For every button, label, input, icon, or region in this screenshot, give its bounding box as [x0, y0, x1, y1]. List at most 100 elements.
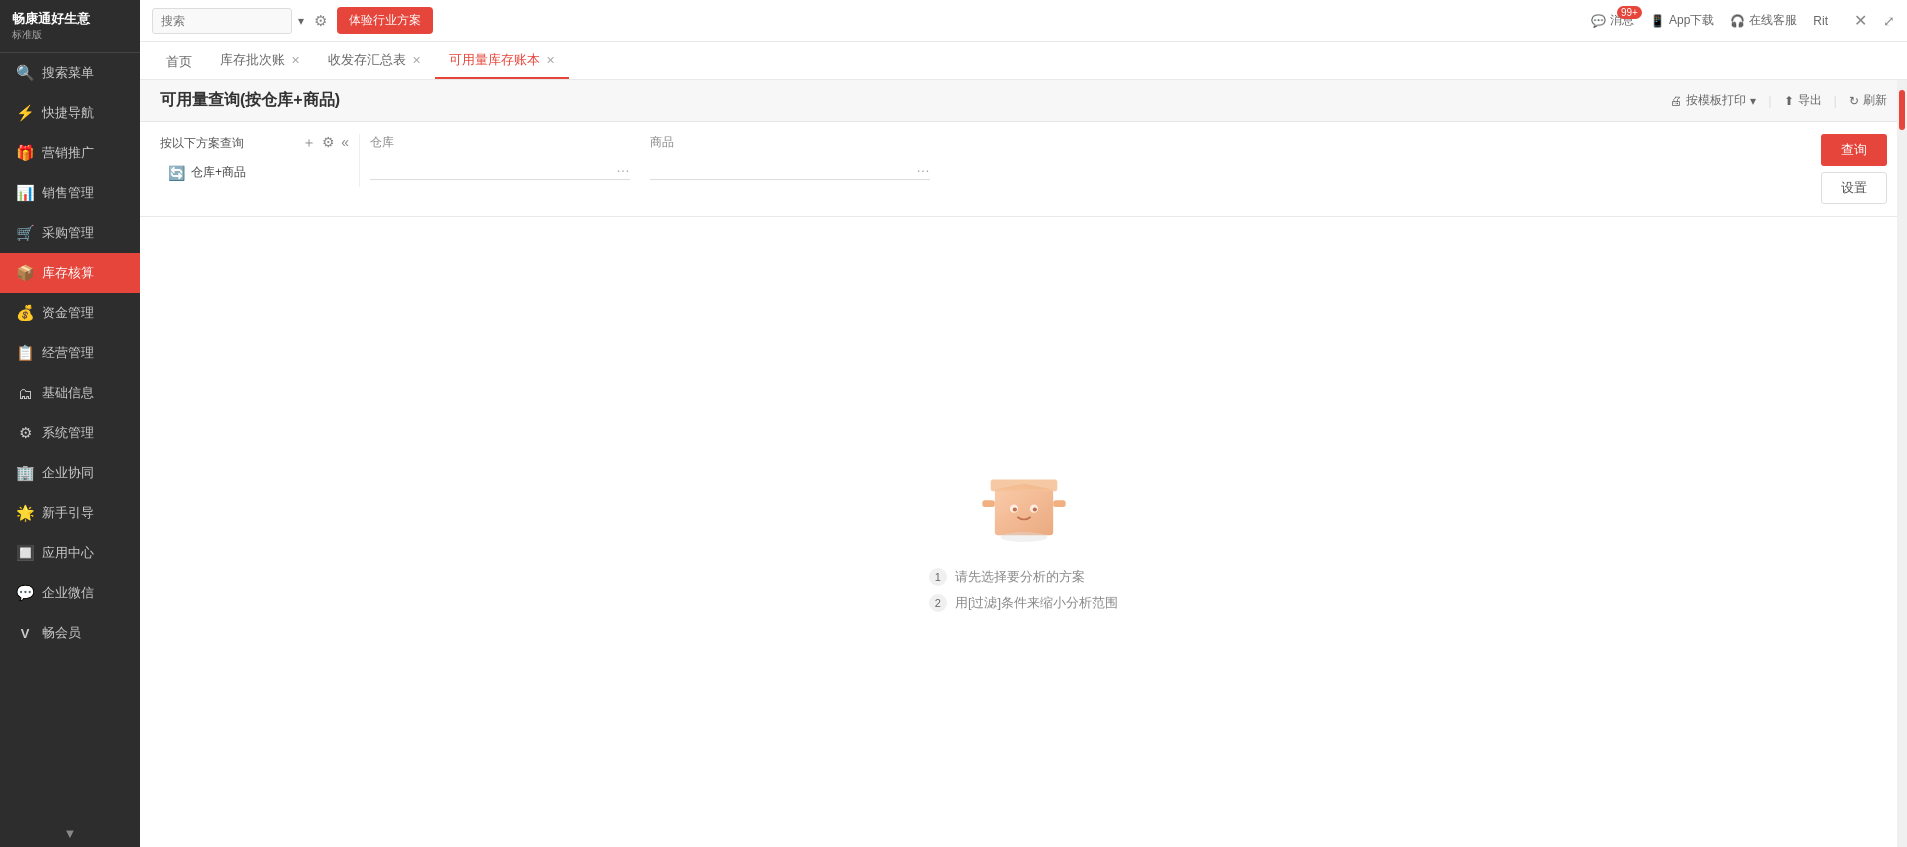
warehouse-dots-btn[interactable]: … — [616, 159, 630, 175]
expand-window-btn[interactable]: ⤢ — [1883, 13, 1895, 29]
purchase-icon: 🛒 — [16, 224, 34, 242]
username: Rit — [1813, 14, 1828, 28]
sidebar-nav: 🔍 搜索菜单 ⚡ 快捷导航 🎁 营销推广 📊 销售管理 🛒 采购管理 📦 — [0, 53, 140, 820]
app-download-btn[interactable]: 📱 App下载 — [1650, 12, 1714, 29]
tab-batch-account-close[interactable]: ✕ — [291, 54, 300, 67]
sidebar-item-operations[interactable]: 📋 经营管理 — [0, 333, 140, 373]
tip-text-2: 用[过滤]条件来缩小分析范围 — [955, 594, 1118, 612]
svg-rect-3 — [990, 480, 1057, 492]
sidebar-item-search[interactable]: 🔍 搜索菜单 — [0, 53, 140, 93]
print-btn[interactable]: 🖨 按模板打印 ▾ — [1670, 92, 1756, 109]
tab-available-account[interactable]: 可用量库存账本 ✕ — [435, 43, 569, 79]
close-window-btn[interactable]: ✕ — [1854, 11, 1867, 30]
tip-text-1: 请先选择要分析的方案 — [955, 568, 1085, 586]
svg-point-6 — [1012, 507, 1016, 511]
sidebar-item-vip[interactable]: V 畅会员 — [0, 613, 140, 653]
search-input[interactable] — [152, 8, 292, 34]
sidebar-item-label: 基础信息 — [42, 384, 94, 402]
tab-receive-summary-label: 收发存汇总表 — [328, 51, 406, 69]
refresh-btn[interactable]: ↻ 刷新 — [1849, 92, 1887, 109]
msg-badge: 99+ — [1617, 6, 1642, 19]
sidebar-item-wechat[interactable]: 💬 企业微信 — [0, 573, 140, 613]
service-btn[interactable]: 🎧 在线客服 — [1730, 12, 1797, 29]
sidebar-item-inventory[interactable]: 📦 库存核算 — [0, 253, 140, 293]
message-btn[interactable]: 💬 消息 99+ — [1591, 12, 1634, 29]
sidebar-item-label: 企业微信 — [42, 584, 94, 602]
product-dots-btn[interactable]: … — [916, 159, 930, 175]
operations-icon: 📋 — [16, 344, 34, 362]
query-btn[interactable]: 查询 — [1821, 134, 1887, 166]
tab-home[interactable]: 首页 — [152, 45, 206, 79]
edit-scheme-btn[interactable]: ⚙ — [322, 134, 335, 152]
sidebar-item-quicknav[interactable]: ⚡ 快捷导航 — [0, 93, 140, 133]
scrollbar-thumb[interactable] — [1899, 90, 1905, 130]
warehouse-input[interactable] — [370, 160, 610, 175]
sidebar-item-purchase[interactable]: 🛒 采购管理 — [0, 213, 140, 253]
product-input[interactable] — [650, 160, 910, 175]
empty-tip-1: 1 请先选择要分析的方案 — [929, 568, 1118, 586]
scheme-actions: ＋ ⚙ « — [302, 134, 349, 152]
collab-icon: 🏢 — [16, 464, 34, 482]
refresh-icon: ↻ — [1849, 94, 1859, 108]
system-icon: ⚙ — [16, 424, 34, 442]
refresh-label: 刷新 — [1863, 92, 1887, 109]
finance-icon: 💰 — [16, 304, 34, 322]
sidebar-item-basic-info[interactable]: 🗂 基础信息 — [0, 373, 140, 413]
headset-icon: 🎧 — [1730, 14, 1745, 28]
export-btn[interactable]: ⬆ 导出 — [1784, 92, 1822, 109]
sidebar-item-label: 搜索菜单 — [42, 64, 94, 82]
logo: 畅康通好生意 标准版 — [0, 0, 140, 53]
topbar-right: 💬 消息 99+ 📱 App下载 🎧 在线客服 Rit ✕ ⤢ — [1591, 11, 1895, 30]
svg-rect-9 — [1053, 500, 1066, 507]
sidebar-item-label: 应用中心 — [42, 544, 94, 562]
sidebar-item-label: 采购管理 — [42, 224, 94, 242]
settings-btn[interactable]: 设置 — [1821, 172, 1887, 204]
scheme-item-label: 仓库+商品 — [191, 164, 246, 181]
filter-fields: 仓库 … 商品 … — [370, 134, 1811, 180]
sidebar-item-app-center[interactable]: 🔲 应用中心 — [0, 533, 140, 573]
filter-field-warehouse: 仓库 … — [370, 134, 630, 180]
warehouse-label: 仓库 — [370, 134, 630, 151]
topbar: ▾ ⚙ 体验行业方案 💬 消息 99+ 📱 App下载 🎧 在线客服 — [140, 0, 1907, 42]
sidebar-item-marketing[interactable]: 🎁 营销推广 — [0, 133, 140, 173]
sidebar-item-newbie[interactable]: 🌟 新手引导 — [0, 493, 140, 533]
filter-buttons: 查询 设置 — [1821, 134, 1887, 204]
page-header: 可用量查询(按仓库+商品) 🖨 按模板打印 ▾ | ⬆ 导出 | ↻ 刷新 — [140, 80, 1907, 122]
tab-available-account-label: 可用量库存账本 — [449, 51, 540, 69]
export-icon: ⬆ — [1784, 94, 1794, 108]
basic-info-icon: 🗂 — [16, 385, 34, 402]
sidebar-item-sales[interactable]: 📊 销售管理 — [0, 173, 140, 213]
product-label: 商品 — [650, 134, 930, 151]
sidebar-item-label: 系统管理 — [42, 424, 94, 442]
quicknav-icon: ⚡ — [16, 104, 34, 122]
gear-icon[interactable]: ⚙ — [314, 12, 327, 30]
print-dropdown-icon: ▾ — [1750, 94, 1756, 108]
tab-receive-summary[interactable]: 收发存汇总表 ✕ — [314, 43, 435, 79]
marketing-icon: 🎁 — [16, 144, 34, 162]
collapse-scheme-btn[interactable]: « — [341, 134, 349, 152]
right-scrollbar[interactable] — [1897, 80, 1907, 847]
svg-point-10 — [1000, 532, 1047, 542]
user-menu[interactable]: Rit — [1813, 14, 1828, 28]
empty-illustration — [974, 452, 1074, 552]
scheme-warehouse-product[interactable]: 🔄 仓库+商品 — [160, 158, 349, 187]
app-download-label: App下载 — [1669, 12, 1714, 29]
sidebar-item-collab[interactable]: 🏢 企业协同 — [0, 453, 140, 493]
add-scheme-btn[interactable]: ＋ — [302, 134, 316, 152]
sidebar-item-system[interactable]: ⚙ 系统管理 — [0, 413, 140, 453]
print-label: 按模板打印 — [1686, 92, 1746, 109]
sidebar-item-finance[interactable]: 💰 资金管理 — [0, 293, 140, 333]
tab-receive-summary-close[interactable]: ✕ — [412, 54, 421, 67]
filter-scheme-header: 按以下方案查询 ＋ ⚙ « — [160, 134, 349, 152]
industry-btn[interactable]: 体验行业方案 — [337, 7, 433, 34]
product-input-container: … — [650, 155, 930, 180]
tab-batch-account[interactable]: 库存批次账 ✕ — [206, 43, 314, 79]
sidebar-scroll-down[interactable]: ▼ — [0, 820, 140, 847]
sidebar-item-label: 销售管理 — [42, 184, 94, 202]
scheme-title: 按以下方案查询 — [160, 135, 244, 152]
tab-home-label: 首页 — [166, 53, 192, 71]
phone-icon: 📱 — [1650, 14, 1665, 28]
topbar-dropdown-btn[interactable]: ▾ — [298, 14, 304, 28]
tip-num-2: 2 — [929, 594, 947, 612]
tab-available-account-close[interactable]: ✕ — [546, 54, 555, 67]
